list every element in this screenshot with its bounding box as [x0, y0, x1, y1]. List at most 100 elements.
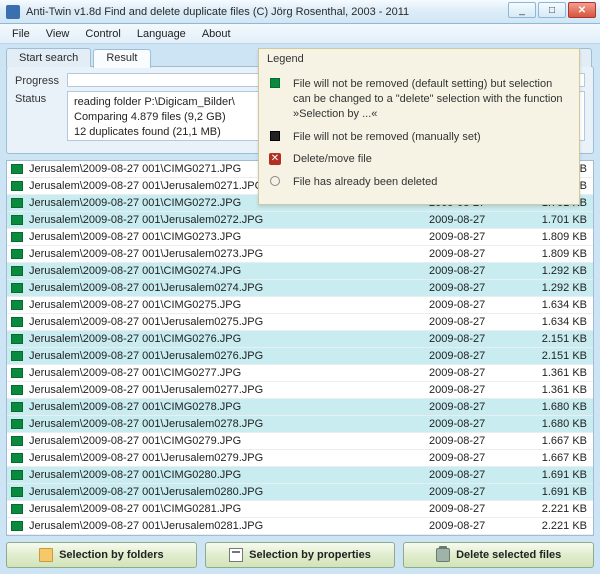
file-row[interactable]: Jerusalem\2009-08-27 001\Jerusalem0281.J…: [7, 518, 593, 535]
file-size: 1.634 KB: [515, 316, 587, 328]
marker-delete-icon: ✕: [269, 153, 281, 165]
file-path: Jerusalem\2009-08-27 001\Jerusalem0273.J…: [29, 248, 429, 260]
file-row[interactable]: Jerusalem\2009-08-27 001\Jerusalem0277.J…: [7, 382, 593, 399]
file-date: 2009-08-27: [429, 486, 515, 498]
file-row[interactable]: Jerusalem\2009-08-27 001\Jerusalem0276.J…: [7, 348, 593, 365]
close-button[interactable]: ✕: [568, 2, 596, 18]
tab-start-search[interactable]: Start search: [6, 48, 91, 67]
marker-green-icon[interactable]: [11, 164, 23, 174]
file-date: 2009-08-27: [429, 435, 515, 447]
marker-green-icon[interactable]: [11, 521, 23, 531]
marker-green-icon[interactable]: [11, 368, 23, 378]
file-date: 2009-08-27: [429, 418, 515, 430]
file-row[interactable]: Jerusalem\2009-08-27 001\CIMG0279.JPG200…: [7, 433, 593, 450]
menu-control[interactable]: Control: [77, 26, 128, 42]
file-date: 2009-08-27: [429, 214, 515, 226]
file-list[interactable]: Jerusalem\2009-08-27 001\CIMG0271.JPGKBJ…: [6, 160, 594, 536]
marker-green-icon[interactable]: [11, 453, 23, 463]
marker-green-icon[interactable]: [11, 300, 23, 310]
marker-green-icon[interactable]: [11, 385, 23, 395]
file-size: 1.667 KB: [515, 435, 587, 447]
properties-icon: [229, 548, 243, 562]
file-row[interactable]: Jerusalem\2009-08-27 001\CIMG0276.JPG200…: [7, 331, 593, 348]
file-size: 1.809 KB: [515, 248, 587, 260]
file-path: Jerusalem\2009-08-27 001\CIMG0279.JPG: [29, 435, 429, 447]
file-size: 2.151 KB: [515, 350, 587, 362]
marker-green-icon[interactable]: [11, 504, 23, 514]
file-row[interactable]: Jerusalem\2009-08-27 001\CIMG0278.JPG200…: [7, 399, 593, 416]
file-path: Jerusalem\2009-08-27 001\CIMG0276.JPG: [29, 333, 429, 345]
progress-label: Progress: [15, 73, 67, 87]
marker-green-icon[interactable]: [11, 436, 23, 446]
menu-language[interactable]: Language: [129, 26, 194, 42]
file-row[interactable]: Jerusalem\2009-08-27 001\Jerusalem0274.J…: [7, 280, 593, 297]
file-row[interactable]: Jerusalem\2009-08-27 001\Jerusalem0278.J…: [7, 416, 593, 433]
file-size: 1.292 KB: [515, 282, 587, 294]
trashcan-icon: [436, 548, 450, 562]
marker-green-icon[interactable]: [11, 249, 23, 259]
legend-popup: Legend File will not be removed (default…: [258, 48, 580, 205]
file-row[interactable]: Jerusalem\2009-08-27 001\Jerusalem0272.J…: [7, 212, 593, 229]
marker-green-icon[interactable]: [11, 198, 23, 208]
file-date: 2009-08-27: [429, 299, 515, 311]
marker-green-icon[interactable]: [11, 334, 23, 344]
file-path: Jerusalem\2009-08-27 001\CIMG0280.JPG: [29, 469, 429, 481]
file-path: Jerusalem\2009-08-27 001\Jerusalem0276.J…: [29, 350, 429, 362]
marker-green-icon[interactable]: [11, 419, 23, 429]
menubar: File View Control Language About: [0, 24, 600, 44]
file-size: 1.680 KB: [515, 418, 587, 430]
file-date: 2009-08-27: [429, 520, 515, 532]
delete-selected-files-button[interactable]: Delete selected files: [403, 542, 594, 568]
marker-green-icon[interactable]: [11, 470, 23, 480]
file-row[interactable]: Jerusalem\2009-08-27 001\Jerusalem0275.J…: [7, 314, 593, 331]
file-date: 2009-08-27: [429, 503, 515, 515]
file-row[interactable]: Jerusalem\2009-08-27 001\CIMG0277.JPG200…: [7, 365, 593, 382]
file-path: Jerusalem\2009-08-27 001\Jerusalem0280.J…: [29, 486, 429, 498]
tab-result[interactable]: Result: [93, 49, 150, 68]
selection-by-properties-button[interactable]: Selection by properties: [205, 542, 396, 568]
file-row[interactable]: Jerusalem\2009-08-27 001\CIMG0275.JPG200…: [7, 297, 593, 314]
marker-green-icon[interactable]: [11, 487, 23, 497]
selection-by-folders-label: Selection by folders: [59, 549, 164, 561]
legend-title: Legend: [267, 53, 571, 65]
file-row[interactable]: Jerusalem\2009-08-27 001\Jerusalem0280.J…: [7, 484, 593, 501]
menu-about[interactable]: About: [194, 26, 239, 42]
marker-green-icon[interactable]: [11, 351, 23, 361]
file-row[interactable]: Jerusalem\2009-08-27 001\CIMG0274.JPG200…: [7, 263, 593, 280]
legend-text-3: Delete/move file: [293, 152, 372, 167]
file-date: 2009-08-27: [429, 384, 515, 396]
file-path: Jerusalem\2009-08-27 001\CIMG0281.JPG: [29, 503, 429, 515]
file-path: Jerusalem\2009-08-27 001\Jerusalem0278.J…: [29, 418, 429, 430]
file-date: 2009-08-27: [429, 401, 515, 413]
file-row[interactable]: Jerusalem\2009-08-27 001\Jerusalem0279.J…: [7, 450, 593, 467]
marker-green-icon[interactable]: [11, 317, 23, 327]
menu-view[interactable]: View: [38, 26, 78, 42]
titlebar: Anti-Twin v1.8d Find and delete duplicat…: [0, 0, 600, 24]
file-size: 1.361 KB: [515, 367, 587, 379]
file-size: 1.667 KB: [515, 452, 587, 464]
file-size: 2.221 KB: [515, 503, 587, 515]
delete-selected-files-label: Delete selected files: [456, 549, 561, 561]
marker-green-icon[interactable]: [11, 232, 23, 242]
maximize-button[interactable]: □: [538, 2, 566, 18]
marker-green-icon[interactable]: [11, 181, 23, 191]
menu-file[interactable]: File: [4, 26, 38, 42]
selection-by-folders-button[interactable]: Selection by folders: [6, 542, 197, 568]
marker-green-icon[interactable]: [11, 283, 23, 293]
marker-green-icon[interactable]: [11, 402, 23, 412]
marker-green-icon[interactable]: [11, 266, 23, 276]
app-icon: [6, 5, 20, 19]
button-bar: Selection by folders Selection by proper…: [6, 542, 594, 568]
folder-icon: [39, 548, 53, 562]
file-size: 1.361 KB: [515, 384, 587, 396]
minimize-button[interactable]: _: [508, 2, 536, 18]
file-row[interactable]: Jerusalem\2009-08-27 001\CIMG0280.JPG200…: [7, 467, 593, 484]
file-date: 2009-08-27: [429, 452, 515, 464]
marker-green-icon[interactable]: [11, 215, 23, 225]
file-path: Jerusalem\2009-08-27 001\CIMG0275.JPG: [29, 299, 429, 311]
file-size: 1.691 KB: [515, 486, 587, 498]
file-row[interactable]: Jerusalem\2009-08-27 001\CIMG0281.JPG200…: [7, 501, 593, 518]
file-row[interactable]: Jerusalem\2009-08-27 001\CIMG0273.JPG200…: [7, 229, 593, 246]
legend-text-1: File will not be removed (default settin…: [293, 77, 571, 122]
file-row[interactable]: Jerusalem\2009-08-27 001\Jerusalem0273.J…: [7, 246, 593, 263]
